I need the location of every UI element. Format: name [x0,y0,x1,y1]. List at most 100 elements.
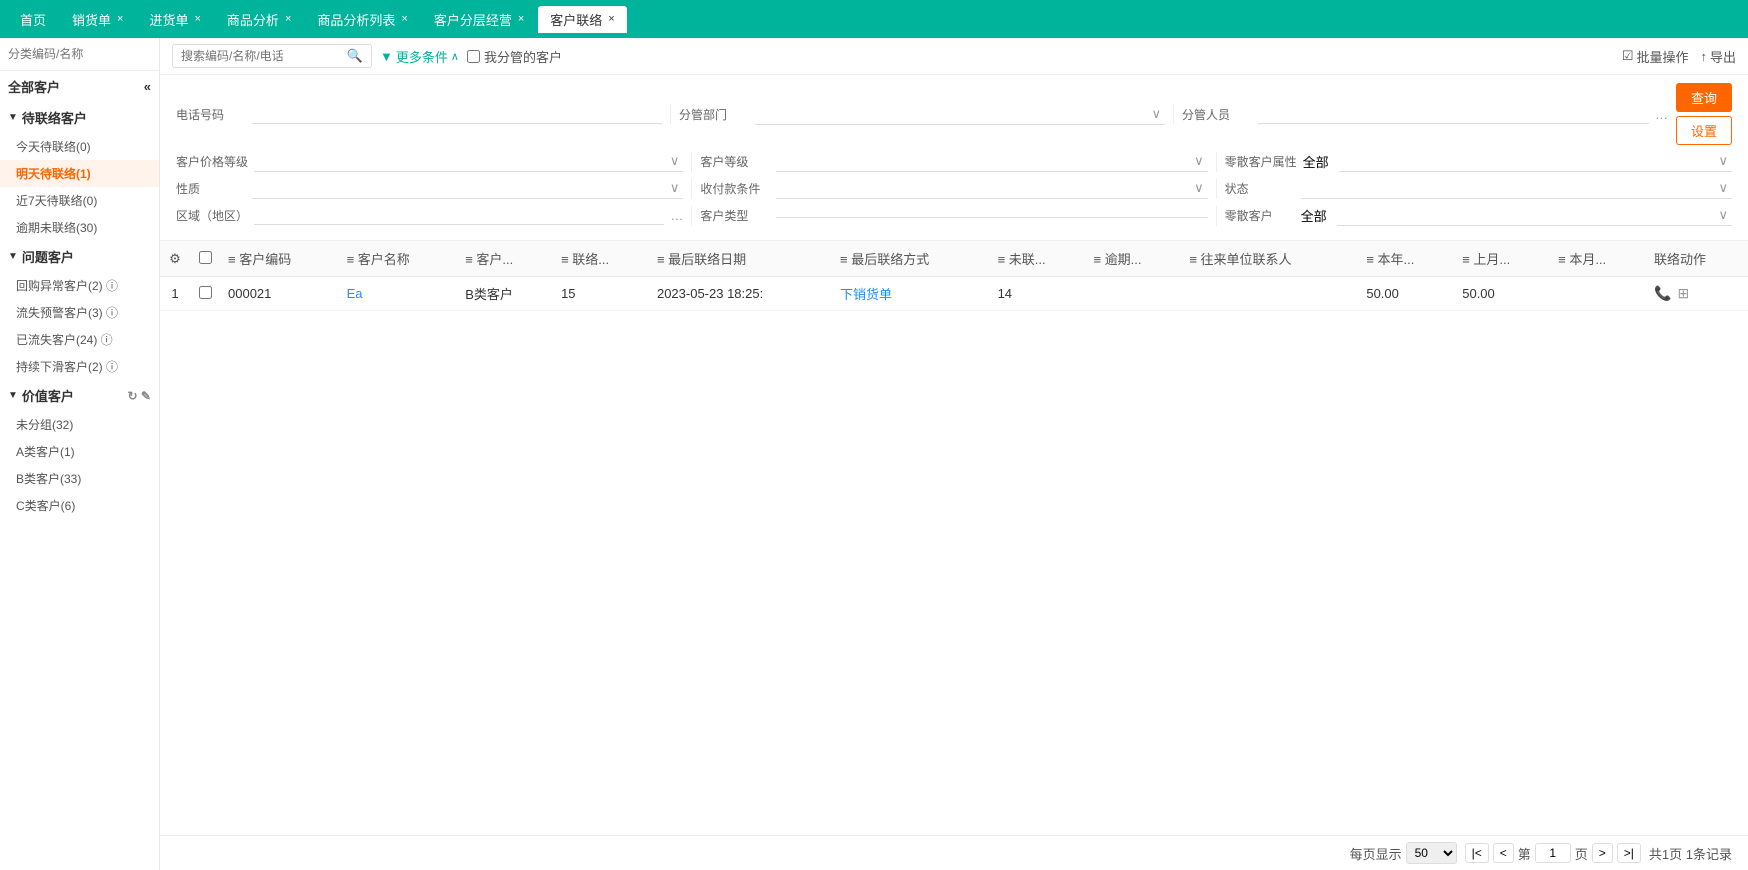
col-uncontact[interactable]: ≡ 未联... [990,241,1086,277]
sidebar-item-today-contact[interactable]: 今天待联络(0) [0,133,159,160]
nav-home[interactable]: 首页 [8,6,58,33]
value-customers-arrow: ▼ [8,390,18,401]
sidebar-item-7day-contact[interactable]: 近7天待联络(0) [0,187,159,214]
col-contact-count[interactable]: ≡ 联络... [553,241,649,277]
nav-product-analysis[interactable]: 商品分析 × [215,6,303,33]
col-this-year[interactable]: ≡ 本年... [1358,241,1454,277]
nav-purchase-order[interactable]: 进货单 × [137,6,212,33]
adv-filter-region-more[interactable]: … [670,208,683,223]
adv-filter-customer-grade-select[interactable]: ∨ [776,151,1207,172]
col-customer-type[interactable]: ≡ 客户... [457,241,553,277]
search-input[interactable] [181,49,343,63]
row-last-contact-date: 2023-05-23 18:25: [649,277,832,311]
row-num: 1 [160,277,190,311]
top-navigation: 首页 销货单 × 进货单 × 商品分析 × 商品分析列表 × 客户分层经营 × … [0,0,1748,38]
grid-icon[interactable]: ⊞ [1677,285,1689,302]
adv-filter-person-more[interactable]: … [1655,107,1668,122]
sidebar-item-class-b[interactable]: B类客户(33) [0,465,159,492]
nav-close-sales-order[interactable]: × [117,13,123,25]
footer-page-size-select[interactable]: 50 100 200 [1406,842,1457,864]
adv-filter-payment: 收付款条件 ∨ [700,178,1207,199]
row-this-year: 50.00 [1358,277,1454,311]
table-footer: 每页显示 50 100 200 |< < 第 页 > >| 共1页 1条记录 [160,835,1748,870]
settings-button[interactable]: 设置 [1676,116,1732,145]
sidebar-fold-icon[interactable]: « [144,79,151,94]
nav-customer-contact[interactable]: 客户联络 × [538,6,626,33]
select-all-checkbox[interactable] [199,251,212,264]
footer-next-page-btn[interactable]: > [1592,843,1613,863]
adv-filter-customer-grade: 客户等级 ∨ [700,151,1207,172]
adv-filter-customer-type-select[interactable] [776,213,1207,218]
col-last-contact-date[interactable]: ≡ 最后联络日期 [649,241,832,277]
adv-filter-retail-attr-select[interactable]: ∨ [1339,151,1732,172]
adv-filter-payment-select[interactable]: ∨ [776,178,1207,199]
search-box: 🔍 [172,44,372,68]
sidebar-item-churned[interactable]: 已流失客户(24) ⓘ [0,326,159,353]
adv-filter-retail-customer-select[interactable]: ∨ [1337,205,1732,226]
adv-filter-row-1: 电话号码 分管部门 ∨ 分管人员 … 查询 [176,83,1732,145]
adv-filter-phone-input[interactable] [252,105,662,124]
export-btn[interactable]: ↑ 导出 [1700,47,1736,66]
nav-product-analysis-list[interactable]: 商品分析列表 × [305,6,419,33]
col-this-month[interactable]: ≡ 本月... [1550,241,1646,277]
batch-op-btn[interactable]: ☑ 批量操作 [1622,47,1689,66]
sidebar-item-class-c[interactable]: C类客户(6) [0,492,159,519]
nav-close-purchase-order[interactable]: × [194,13,200,25]
footer-total: 共1页 1条记录 [1649,844,1732,863]
sidebar-item-class-a[interactable]: A类客户(1) [0,438,159,465]
nav-sales-order[interactable]: 销货单 × [60,6,135,33]
sidebar-section-value-customers[interactable]: ▼ 价值客户 ↻ ✎ [0,380,159,411]
col-overdue[interactable]: ≡ 逾期... [1085,241,1181,277]
advanced-filter-panel: 电话号码 分管部门 ∨ 分管人员 … 查询 [160,75,1748,241]
row-this-month [1550,277,1646,311]
query-button[interactable]: 查询 [1676,83,1732,112]
footer-prev-page-btn[interactable]: < [1493,843,1514,863]
sidebar-item-churn-warning[interactable]: 流失预警客户(3) ⓘ [0,299,159,326]
adv-filter-dept-select[interactable]: ∨ [755,104,1165,125]
sidebar-section-problem-customers[interactable]: ▼ 问题客户 [0,241,159,272]
row-uncontact: 14 [990,277,1086,311]
col-customer-name[interactable]: ≡ 客户名称 [339,241,458,277]
nav-close-customer-contact[interactable]: × [608,13,614,25]
adv-filter-region-input[interactable] [254,206,664,225]
phone-icon[interactable]: 📞 [1654,285,1671,302]
search-icon[interactable]: 🔍 [347,48,363,64]
sidebar-search-input[interactable] [8,47,160,61]
adv-filter-status-select[interactable]: ∨ [1301,178,1732,199]
adv-filter-price-grade-select[interactable]: ∨ [254,151,683,172]
nav-close-product-analysis-list[interactable]: × [401,13,407,25]
sidebar-all-customers[interactable]: 全部客户 « [0,71,159,102]
sidebar-item-repurchase-abnormal[interactable]: 回购异常客户(2) ⓘ [0,272,159,299]
nav-close-product-analysis[interactable]: × [285,13,291,25]
adv-filter-retail-attr: 零散客户属性 全部 ∨ [1225,151,1732,172]
sidebar-item-overdue-contact[interactable]: 逾期未联络(30) [0,214,159,241]
footer-first-page-btn[interactable]: |< [1465,843,1489,863]
row-type: B类客户 [457,277,553,311]
sidebar-item-tomorrow-contact[interactable]: 明天待联络(1) [0,160,159,187]
nav-customer-tiered[interactable]: 客户分层经营 × [422,6,536,33]
col-unit-contact[interactable]: ≡ 往来单位联系人 [1181,241,1358,277]
footer-last-page-btn[interactable]: >| [1617,843,1641,863]
row-checkbox[interactable] [199,286,212,299]
col-last-contact-method[interactable]: ≡ 最后联络方式 [832,241,990,277]
more-conditions-btn[interactable]: ▼ 更多条件 ∧ [380,47,459,66]
value-customers-actions[interactable]: ↻ ✎ [128,389,151,403]
filter-right-actions: ☑ 批量操作 ↑ 导出 [1622,47,1736,66]
my-customers-checkbox[interactable] [467,50,480,63]
last-contact-method-link[interactable]: 下销货单 [840,287,892,302]
col-customer-code[interactable]: ≡ 客户编码 [220,241,339,277]
table-row: 1 000021 Ea B类客户 15 2023-05-23 18:25: 下销… [160,277,1748,311]
table-header-row: ⚙ ≡ 客户编码 ≡ 客户名称 ≡ 客户... ≡ 联络... ≡ 最后联络日期… [160,241,1748,277]
adv-filter-nature-select[interactable]: ∨ [252,178,683,199]
filter-bar: 🔍 ▼ 更多条件 ∧ 我分管的客户 ☑ 批量操作 ↑ 导出 [160,38,1748,75]
footer-page-size: 每页显示 50 100 200 [1350,842,1457,864]
col-gear[interactable]: ⚙ [160,241,190,277]
col-last-month[interactable]: ≡ 上月... [1454,241,1550,277]
adv-filter-nature: 性质 ∨ [176,178,683,199]
sidebar-item-declining[interactable]: 持续下滑客户(2) ⓘ [0,353,159,380]
nav-close-customer-tiered[interactable]: × [518,13,524,25]
adv-filter-person-input[interactable] [1258,105,1649,124]
sidebar-section-pending-contact[interactable]: ▼ 待联络客户 [0,102,159,133]
footer-page-input[interactable] [1535,843,1571,863]
sidebar-item-ungrouped[interactable]: 未分组(32) [0,411,159,438]
